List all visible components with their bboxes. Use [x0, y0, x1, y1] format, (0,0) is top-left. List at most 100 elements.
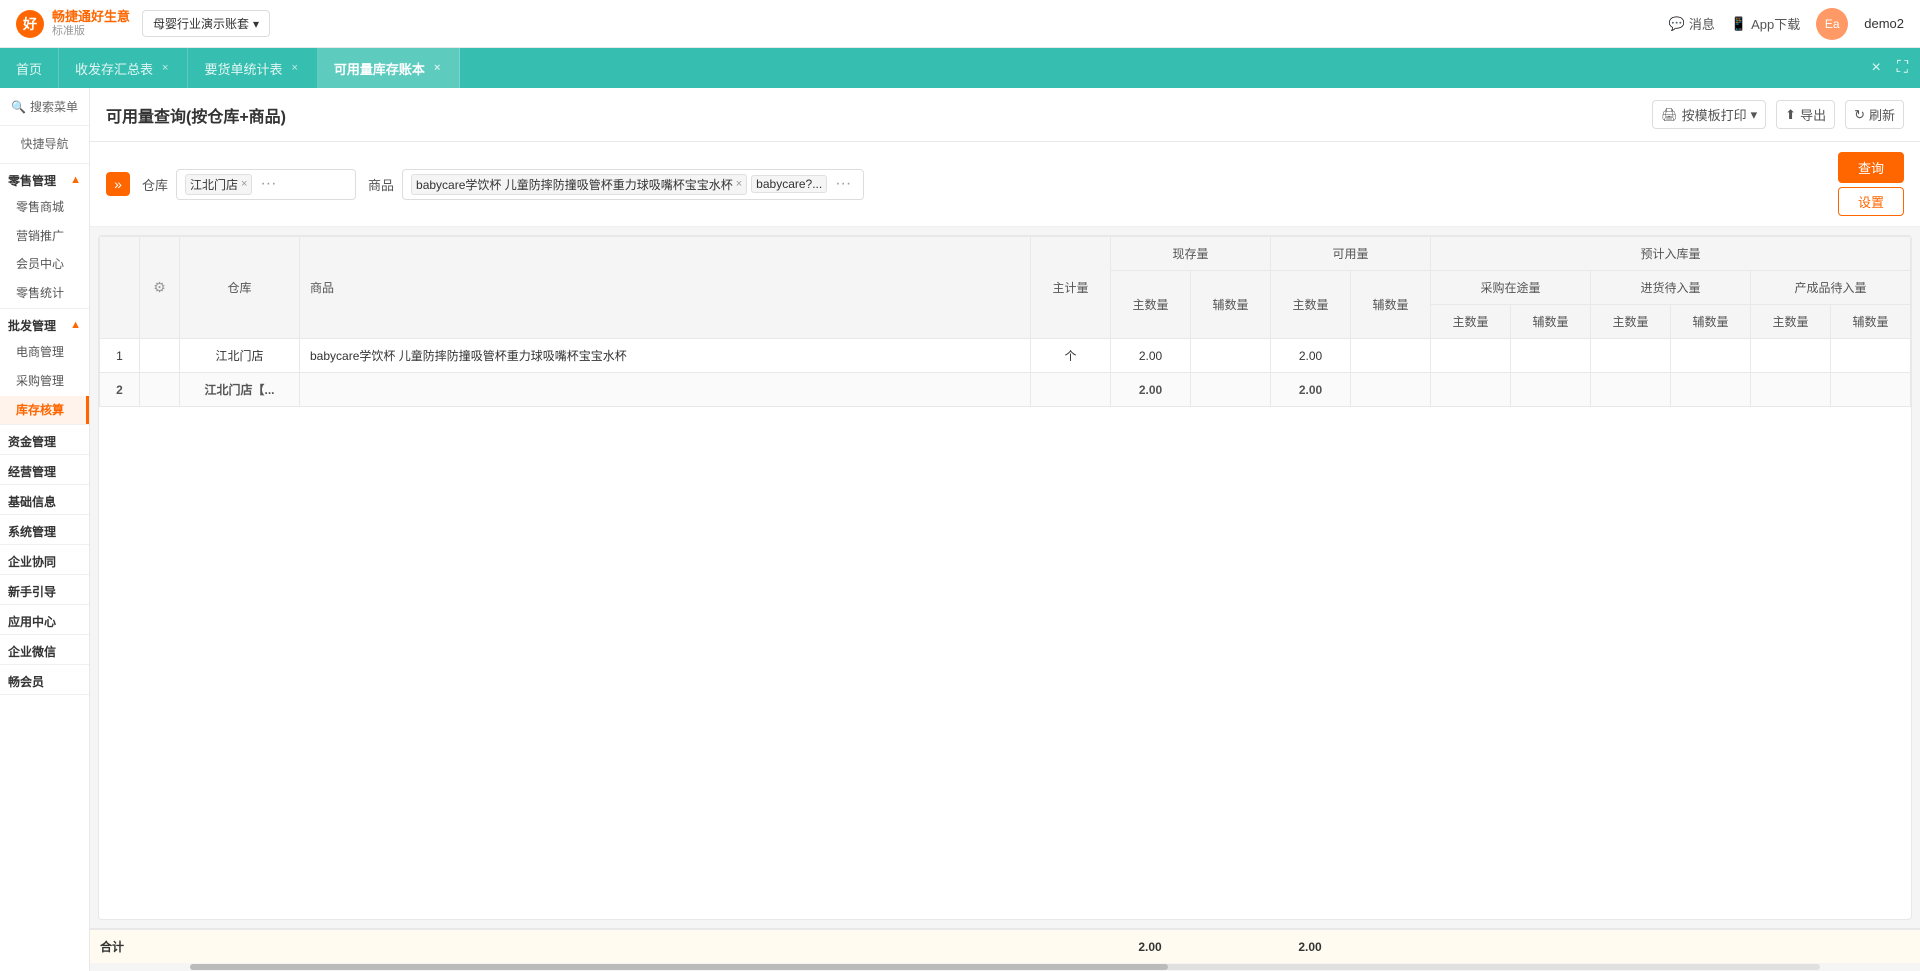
- sidebar-section-finance: 资金管理: [0, 425, 89, 455]
- tab-order-close[interactable]: ×: [288, 61, 300, 75]
- sidebar-section-finance-header[interactable]: 资金管理: [0, 425, 89, 454]
- industry-chevron-icon: ▾: [253, 17, 259, 31]
- warehouse-filter-dots[interactable]: ···: [256, 175, 280, 193]
- filter-expand-button[interactable]: »: [106, 172, 130, 196]
- message-icon: 💬: [1669, 16, 1685, 32]
- product-filter-group: 商品 babycare学饮杯 儿童防摔防撞吸管杯重力球吸嘴杯宝宝水杯 × bab…: [368, 169, 864, 200]
- row-1-warehouse: 江北门店: [180, 339, 300, 373]
- row-2-product-pending-main: [1751, 373, 1831, 407]
- avatar: Ea: [1816, 8, 1848, 40]
- brand-logo: 好: [16, 10, 44, 38]
- content-area: 可用量查询(按仓库+商品) 🖨 按模板打印 ▾ ⬆ 导出 ↻ 刷新: [90, 88, 1920, 971]
- sidebar-item-promotion[interactable]: 营销推广: [0, 222, 89, 251]
- tab-order[interactable]: 要货单统计表 ×: [188, 48, 317, 88]
- sidebar-item-purchase[interactable]: 采购管理: [0, 367, 89, 396]
- row-2-current-main: 2.00: [1111, 373, 1191, 407]
- print-button[interactable]: 🖨 按模板打印 ▾: [1652, 100, 1766, 129]
- app-download-button[interactable]: 📱 App下载: [1731, 14, 1800, 33]
- product-tag-1-text: babycare学饮杯 儿童防摔防撞吸管杯重力球吸嘴杯宝宝水杯: [416, 176, 733, 193]
- sidebar-section-basic-title: 基础信息: [8, 493, 56, 510]
- tab-inventory-label: 可用量库存账本: [334, 59, 425, 78]
- tab-inventory-close[interactable]: ×: [431, 61, 443, 75]
- refresh-button[interactable]: ↻ 刷新: [1845, 100, 1904, 129]
- sidebar-section-system-header[interactable]: 系统管理: [0, 515, 89, 544]
- sidebar-section-wechat-title: 企业微信: [8, 643, 56, 660]
- sidebar-section-enterprise: 企业协同: [0, 545, 89, 575]
- th-available-main: 主数量: [1271, 271, 1351, 339]
- sidebar-section-operation-header[interactable]: 经营管理: [0, 455, 89, 484]
- page-header: 可用量查询(按仓库+商品) 🖨 按模板打印 ▾ ⬆ 导出 ↻ 刷新: [90, 88, 1920, 142]
- th-current-stock: 现存量: [1111, 237, 1271, 271]
- table-row: 1 江北门店 babycare学饮杯 儿童防摔防撞吸管杯重力球吸嘴杯宝宝水杯 个…: [100, 339, 1911, 373]
- warehouse-tag-close[interactable]: ×: [241, 178, 247, 190]
- horizontal-scrollbar[interactable]: [190, 964, 1820, 970]
- footer-current-main: 2.00: [1110, 940, 1190, 954]
- sidebar-section-vip-header[interactable]: 畅会员: [0, 665, 89, 694]
- sidebar-item-retail-stats[interactable]: 零售统计: [0, 279, 89, 308]
- sidebar-section-appstore-header[interactable]: 应用中心: [0, 605, 89, 634]
- sidebar-item-inventory-check[interactable]: 库存核算: [0, 396, 89, 425]
- sidebar-search[interactable]: 🔍 搜索菜单: [0, 88, 89, 126]
- th-current-aux: 辅数量: [1191, 271, 1271, 339]
- message-button[interactable]: 💬 消息: [1669, 14, 1715, 33]
- sidebar-section-retail-header[interactable]: 零售管理 ▲: [0, 164, 89, 193]
- export-button[interactable]: ⬆ 导出: [1776, 100, 1835, 129]
- tab-home[interactable]: 首页: [0, 48, 59, 88]
- settings-button[interactable]: 设置: [1838, 187, 1904, 216]
- page-header-actions: 🖨 按模板打印 ▾ ⬆ 导出 ↻ 刷新: [1652, 100, 1904, 141]
- product-tag-input[interactable]: babycare学饮杯 儿童防摔防撞吸管杯重力球吸嘴杯宝宝水杯 × babyca…: [402, 169, 864, 200]
- th-product-pending-aux: 辅数量: [1831, 305, 1911, 339]
- tab-inventory[interactable]: 可用量库存账本 ×: [318, 48, 460, 88]
- sidebar-section-wholesale-chevron: ▲: [70, 319, 81, 331]
- sidebar-section-retail-title: 零售管理: [8, 172, 56, 189]
- tab-order-label: 要货单统计表: [204, 59, 282, 78]
- sidebar-section-wholesale-header[interactable]: 批发管理 ▲: [0, 309, 89, 338]
- brand-sub-text: 标准版: [52, 25, 130, 38]
- row-1-product-pending-main: [1751, 339, 1831, 373]
- scrollbar-thumb[interactable]: [190, 964, 1168, 970]
- warehouse-tag-input[interactable]: 江北门店 × ···: [176, 169, 356, 200]
- sidebar-section-wholesale-title: 批发管理: [8, 317, 56, 334]
- th-product: 商品: [300, 237, 1031, 339]
- warehouse-label: 仓库: [142, 175, 168, 194]
- th-purchase-transit: 采购在途量: [1431, 271, 1591, 305]
- warehouse-tag-text: 江北门店: [190, 176, 238, 193]
- sidebar-section-finance-title: 资金管理: [8, 433, 56, 450]
- industry-label: 母婴行业演示账套: [153, 15, 249, 32]
- tab-receipt-close[interactable]: ×: [159, 61, 171, 75]
- main-layout: 🔍 搜索菜单 快捷导航 零售管理 ▲ 零售商城 营销推广 会员中心 零售统计 批…: [0, 88, 1920, 971]
- sidebar-section-newbie: 新手引导: [0, 575, 89, 605]
- row-1-available-main: 2.00: [1271, 339, 1351, 373]
- industry-selector[interactable]: 母婴行业演示账套 ▾: [142, 10, 270, 37]
- sidebar-item-online-shop[interactable]: 零售商城: [0, 193, 89, 222]
- tab-receipt[interactable]: 收发存汇总表 ×: [59, 48, 188, 88]
- product-tag-1-close[interactable]: ×: [736, 178, 742, 190]
- nav-close-button[interactable]: ×: [1867, 55, 1884, 81]
- sidebar-item-quick-nav[interactable]: 快捷导航: [0, 130, 89, 159]
- table-settings-icon[interactable]: ⚙: [153, 279, 166, 295]
- row-1-unit: 个: [1031, 339, 1111, 373]
- nav-expand-button[interactable]: ⛶: [1893, 55, 1912, 81]
- sidebar-section-enterprise-header[interactable]: 企业协同: [0, 545, 89, 574]
- th-planned-inbound: 预计入库量: [1431, 237, 1911, 271]
- row-2-current-aux: [1191, 373, 1271, 407]
- th-purchase-transit-aux: 辅数量: [1511, 305, 1591, 339]
- sidebar-section-enterprise-title: 企业协同: [8, 553, 56, 570]
- brand-main-text: 畅捷通好生意: [52, 9, 130, 25]
- th-rownum: [100, 237, 140, 339]
- sidebar-item-ecommerce[interactable]: 电商管理: [0, 338, 89, 367]
- sidebar-section-wechat-header[interactable]: 企业微信: [0, 635, 89, 664]
- row-1-current-main: 2.00: [1111, 339, 1191, 373]
- username[interactable]: demo2: [1864, 16, 1904, 31]
- sidebar-item-member[interactable]: 会员中心: [0, 250, 89, 279]
- query-button[interactable]: 查询: [1838, 152, 1904, 183]
- filter-expand-icon: »: [114, 176, 122, 192]
- product-filter-dots[interactable]: ···: [831, 175, 855, 193]
- row-1-num: 1: [100, 339, 140, 373]
- filter-actions: 查询 设置: [1838, 152, 1904, 216]
- sidebar-search-label: 搜索菜单: [30, 98, 78, 115]
- sidebar-section-basic-header[interactable]: 基础信息: [0, 485, 89, 514]
- export-label: 导出: [1800, 105, 1826, 124]
- sidebar-section-newbie-header[interactable]: 新手引导: [0, 575, 89, 604]
- table-area: ⚙ 仓库 商品 主计量 现存量 可用量 预计入库量 主数量 辅数量 主数量 辅数…: [98, 235, 1912, 920]
